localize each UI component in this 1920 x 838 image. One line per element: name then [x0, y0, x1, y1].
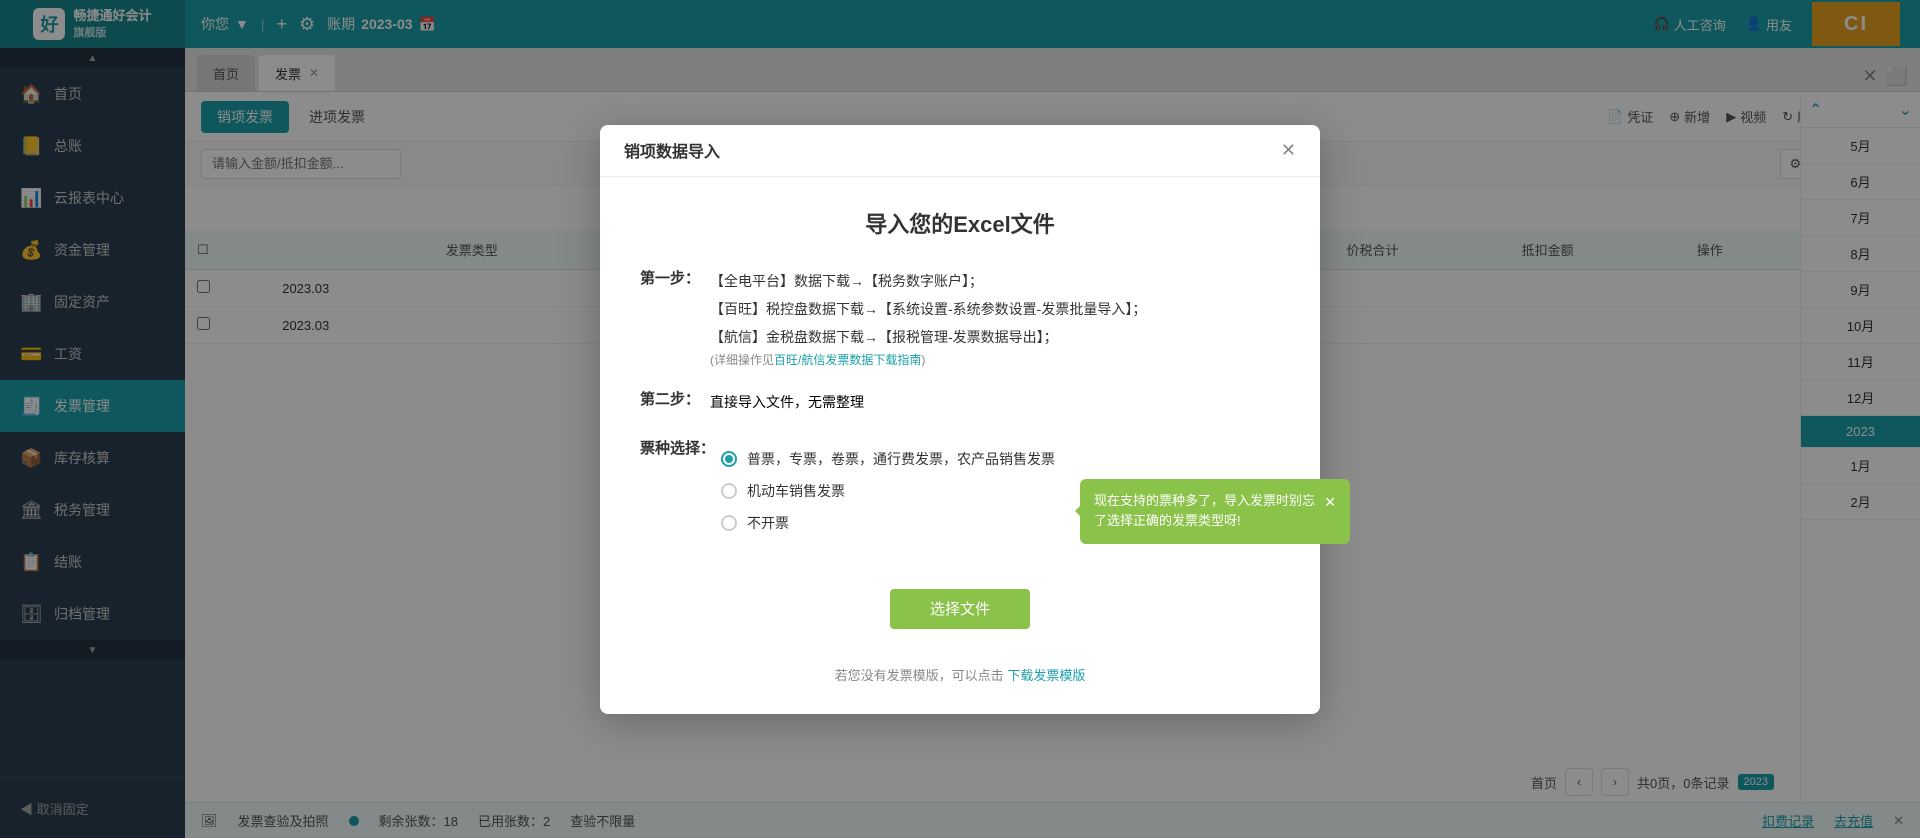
- step1-line2: 【百旺】税控盘数据下载→【系统设置-系统参数设置-发票批量导入】；: [710, 295, 1146, 323]
- step2-label: 第二步：: [640, 388, 700, 409]
- radio-normal-label: 普票，专票，卷票，通行费发票，农产品销售发票: [747, 449, 1055, 469]
- radio-motor[interactable]: 机动车销售发票: [721, 481, 1055, 501]
- step1-note: (详细操作见百旺/航信发票数据下载指南): [710, 351, 1146, 368]
- select-file-btn[interactable]: 选择文件: [890, 589, 1030, 629]
- step2-content: 直接导入文件，无需整理: [706, 392, 864, 412]
- radio-no-invoice-circle: [721, 515, 737, 531]
- footer-note: 若您没有发票模版，可以点击 下载发票模版: [640, 665, 1280, 684]
- ticket-section: 票种选择： 普票，专票，卷票，通行费发票，农产品销售发票 ✕ 现在支持的: [640, 437, 1280, 545]
- tooltip-popup: ✕ 现在支持的票种多了，导入发票时别忘了选择正确的发票类型呀!: [1080, 479, 1350, 545]
- radio-no-invoice-label: 不开票: [747, 513, 789, 533]
- radio-wrapper-normal: 普票，专票，卷票，通行费发票，农产品销售发票 ✕ 现在支持的票种多了，导入发票时…: [721, 449, 1055, 469]
- step1-line3: 【航信】金税盘数据下载→【报税管理-发票数据导出】；: [710, 323, 1146, 351]
- tooltip-close-btn[interactable]: ✕: [1324, 491, 1336, 513]
- download-template-link[interactable]: 下载发票模版: [1007, 668, 1085, 683]
- guide-link[interactable]: 百旺/航信发票数据下载指南: [774, 353, 921, 367]
- ticket-label: 票种选择：: [640, 437, 715, 458]
- radio-group: 普票，专票，卷票，通行费发票，农产品销售发票 ✕ 现在支持的票种多了，导入发票时…: [721, 449, 1055, 545]
- dialog-close-btn[interactable]: ✕: [1281, 140, 1296, 161]
- radio-motor-circle: [721, 483, 737, 499]
- modal-overlay: 销项数据导入 ✕ 导入您的Excel文件 第一步： 【全电平台】数据下载→【税务…: [0, 0, 1920, 838]
- import-dialog: 销项数据导入 ✕ 导入您的Excel文件 第一步： 【全电平台】数据下载→【税务…: [600, 125, 1320, 714]
- radio-normal[interactable]: 普票，专票，卷票，通行费发票，农产品销售发票: [721, 449, 1055, 469]
- radio-motor-label: 机动车销售发票: [747, 481, 845, 501]
- dialog-body: 导入您的Excel文件 第一步： 【全电平台】数据下载→【税务数字账户】； 【百…: [600, 177, 1320, 714]
- radio-normal-circle: [721, 451, 737, 467]
- select-file-wrapper: 选择文件: [640, 565, 1280, 653]
- radio-no-invoice[interactable]: 不开票: [721, 513, 1055, 533]
- dialog-title: 销项数据导入: [624, 138, 720, 162]
- step2-section: 第二步： 直接导入文件，无需整理: [640, 388, 1280, 417]
- step1-section: 第一步： 【全电平台】数据下载→【税务数字账户】； 【百旺】税控盘数据下载→【系…: [640, 267, 1280, 368]
- step1-content: 【全电平台】数据下载→【税务数字账户】； 【百旺】税控盘数据下载→【系统设置-系…: [706, 267, 1146, 368]
- dialog-header: 销项数据导入 ✕: [600, 125, 1320, 177]
- step1-label: 第一步：: [640, 267, 700, 288]
- dialog-main-title: 导入您的Excel文件: [640, 207, 1280, 239]
- step1-line1: 【全电平台】数据下载→【税务数字账户】；: [710, 267, 1146, 295]
